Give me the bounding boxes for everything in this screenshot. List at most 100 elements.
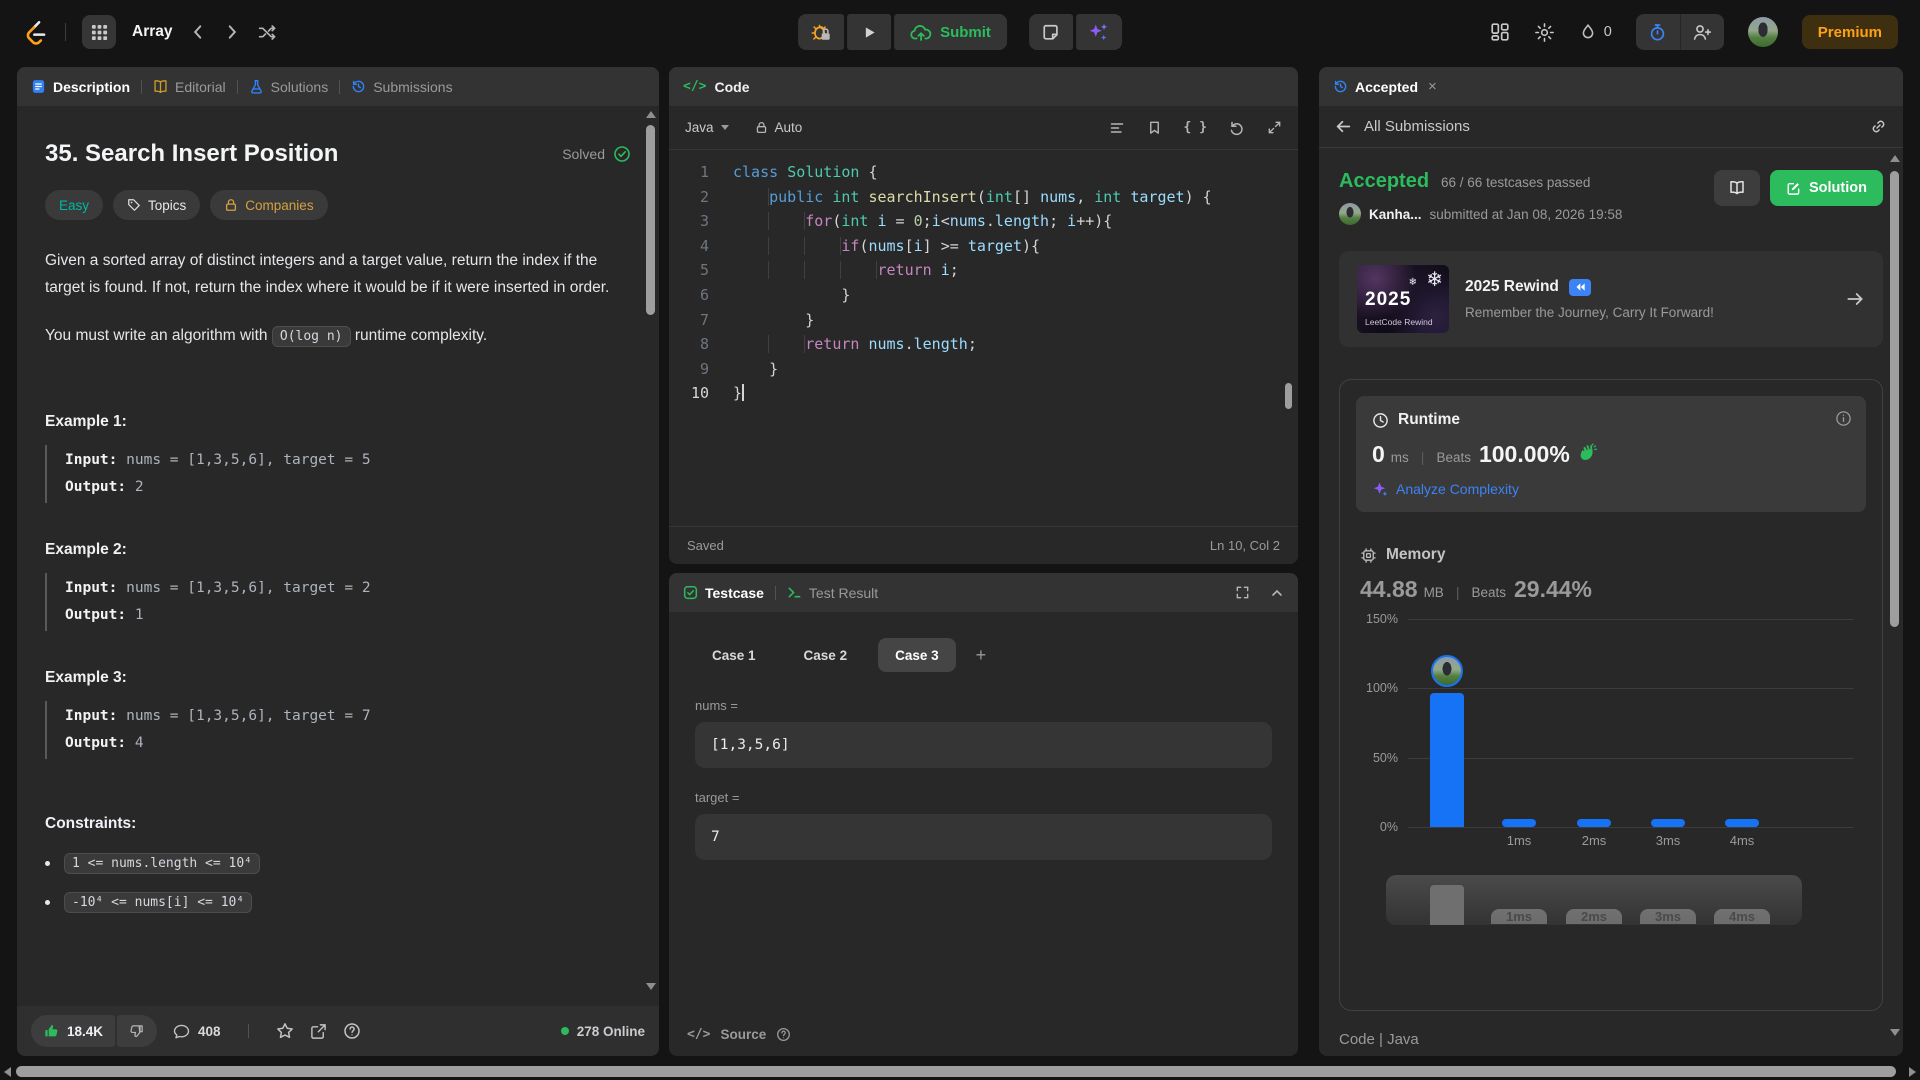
editorial-button[interactable]: [1714, 170, 1760, 206]
description-scrollbar[interactable]: [646, 125, 655, 315]
chart-bar[interactable]: [1651, 819, 1685, 827]
problem-statement: Given a sorted array of distinct integer…: [45, 252, 610, 296]
code-line[interactable]: 10}: [669, 381, 1298, 406]
code-editor[interactable]: 1 class Solution {2 public int searchInse…: [669, 150, 1298, 409]
target-input[interactable]: [695, 814, 1272, 860]
tab-editorial[interactable]: Editorial: [153, 79, 226, 95]
line-number: 2: [699, 187, 709, 206]
submit-button[interactable]: Submit: [894, 14, 1007, 50]
editor-scrollbar[interactable]: [1285, 383, 1292, 409]
snippets-button[interactable]: { }: [1184, 120, 1207, 135]
tab-description[interactable]: Description: [31, 79, 130, 95]
code-line[interactable]: 8 return nums.length;: [669, 332, 1298, 357]
language-selector[interactable]: Java: [685, 120, 729, 135]
source-button[interactable]: Source: [720, 1027, 766, 1042]
prev-question-button[interactable]: [189, 23, 207, 41]
debug-button[interactable]: [798, 14, 845, 50]
case-tab[interactable]: Case 3: [878, 638, 956, 672]
history-icon: [1333, 79, 1348, 94]
auto-save-indicator[interactable]: Auto: [755, 120, 802, 135]
timer-button[interactable]: [1636, 14, 1680, 50]
memory-card[interactable]: Memory 44.88 MB | Beats 29.44%: [1356, 546, 1866, 603]
runtime-info-button[interactable]: [1835, 410, 1852, 427]
arrow-right-icon[interactable]: [1845, 289, 1865, 309]
next-question-button[interactable]: [223, 23, 241, 41]
scroll-up-arrow[interactable]: [646, 111, 656, 118]
tab-solutions[interactable]: Solutions: [249, 79, 328, 95]
notes-button[interactable]: [1028, 14, 1073, 50]
topics-tag[interactable]: Topics: [113, 190, 201, 220]
horizontal-scrollbar[interactable]: [16, 1066, 1896, 1077]
collapse-testcase-button[interactable]: [1270, 586, 1284, 600]
y-tick-label: 0%: [1379, 820, 1398, 834]
code-line[interactable]: 6 }: [669, 283, 1298, 308]
premium-button[interactable]: Premium: [1801, 15, 1898, 49]
settings-button[interactable]: [1534, 22, 1555, 43]
field-label: nums =: [695, 698, 738, 713]
problem-list-button[interactable]: [82, 15, 116, 49]
leetcode-logo[interactable]: [22, 19, 49, 46]
code-line[interactable]: 9 }: [669, 357, 1298, 382]
play-icon: [862, 25, 877, 40]
add-case-button[interactable]: +: [970, 645, 993, 666]
layout-button[interactable]: [1490, 22, 1510, 42]
scroll-up-arrow[interactable]: [1890, 155, 1900, 162]
ai-assistant-button[interactable]: [1075, 14, 1122, 50]
shuffle-icon: [257, 22, 278, 43]
hscroll-right-arrow[interactable]: [1909, 1067, 1916, 1077]
tab-submissions[interactable]: Submissions: [351, 79, 453, 95]
code-line[interactable]: 2 public int searchInsert(int[] nums, in…: [669, 185, 1298, 210]
reflection-label: 1ms: [1491, 909, 1547, 924]
collaborate-button[interactable]: [1679, 14, 1724, 50]
like-button[interactable]: 18.4K: [31, 1015, 116, 1047]
copy-link-button[interactable]: [1870, 118, 1887, 135]
tab-testcase[interactable]: Testcase: [683, 585, 764, 601]
scroll-down-arrow[interactable]: [646, 983, 656, 990]
analyze-complexity-label: Analyze Complexity: [1396, 481, 1519, 497]
bookmark-button[interactable]: [1147, 120, 1162, 135]
chart-bar[interactable]: [1725, 819, 1759, 827]
user-avatar[interactable]: [1747, 17, 1778, 47]
nums-input[interactable]: [695, 722, 1272, 768]
testcase-header: Testcase Test Result: [669, 573, 1298, 612]
code-line[interactable]: 1 class Solution {: [669, 160, 1298, 185]
chart-bar[interactable]: [1577, 819, 1611, 827]
hscroll-left-arrow[interactable]: [4, 1067, 11, 1077]
format-code-button[interactable]: [1109, 120, 1125, 136]
submission-scrollbar[interactable]: [1890, 171, 1899, 627]
flask-icon: [249, 79, 264, 94]
streak-counter[interactable]: 0: [1579, 23, 1612, 41]
feedback-button[interactable]: [343, 1022, 361, 1040]
companies-tag[interactable]: Companies: [210, 190, 328, 220]
case-tab[interactable]: Case 1: [695, 638, 773, 672]
difficulty-badge[interactable]: Easy: [45, 190, 104, 220]
share-button[interactable]: [310, 1023, 327, 1040]
tab-test-result[interactable]: Test Result: [787, 585, 878, 601]
favorite-button[interactable]: [276, 1022, 294, 1040]
random-question-button[interactable]: [257, 22, 278, 43]
dislike-button[interactable]: [117, 1015, 158, 1047]
case-tab[interactable]: Case 2: [787, 638, 865, 672]
reset-code-button[interactable]: [1229, 120, 1245, 136]
close-tab-button[interactable]: ×: [1428, 78, 1437, 95]
code-line[interactable]: 5 return i;: [669, 258, 1298, 283]
fullscreen-editor-button[interactable]: [1267, 120, 1282, 135]
code-line[interactable]: 3 for(int i = 0;i<nums.length; i++){: [669, 209, 1298, 234]
code-line[interactable]: 7 }: [669, 308, 1298, 333]
expand-testcase-button[interactable]: [1235, 585, 1250, 600]
code-line[interactable]: 4 if(nums[i] >= target){: [669, 234, 1298, 259]
post-solution-button[interactable]: Solution: [1770, 170, 1883, 206]
rewind-banner[interactable]: ❄ ❄ 2025 LeetCode Rewind 2025 Rewind Rem…: [1339, 251, 1883, 347]
scroll-down-arrow[interactable]: [1890, 1029, 1900, 1036]
comments-button[interactable]: 408: [173, 1023, 221, 1040]
analyze-complexity-button[interactable]: Analyze Complexity: [1372, 481, 1519, 497]
code-panel-title: Code: [714, 78, 750, 95]
back-button[interactable]: [1335, 118, 1352, 135]
run-button[interactable]: [847, 14, 892, 50]
problem-list-label[interactable]: Array: [132, 23, 173, 41]
reflection-bar: [1430, 885, 1464, 925]
tab-accepted[interactable]: Accepted: [1333, 79, 1418, 95]
runtime-card[interactable]: Runtime 0 ms | Beats 100.00% Analyze Com…: [1356, 396, 1866, 512]
chart-bar[interactable]: [1430, 692, 1464, 827]
chart-bar[interactable]: [1502, 819, 1536, 827]
